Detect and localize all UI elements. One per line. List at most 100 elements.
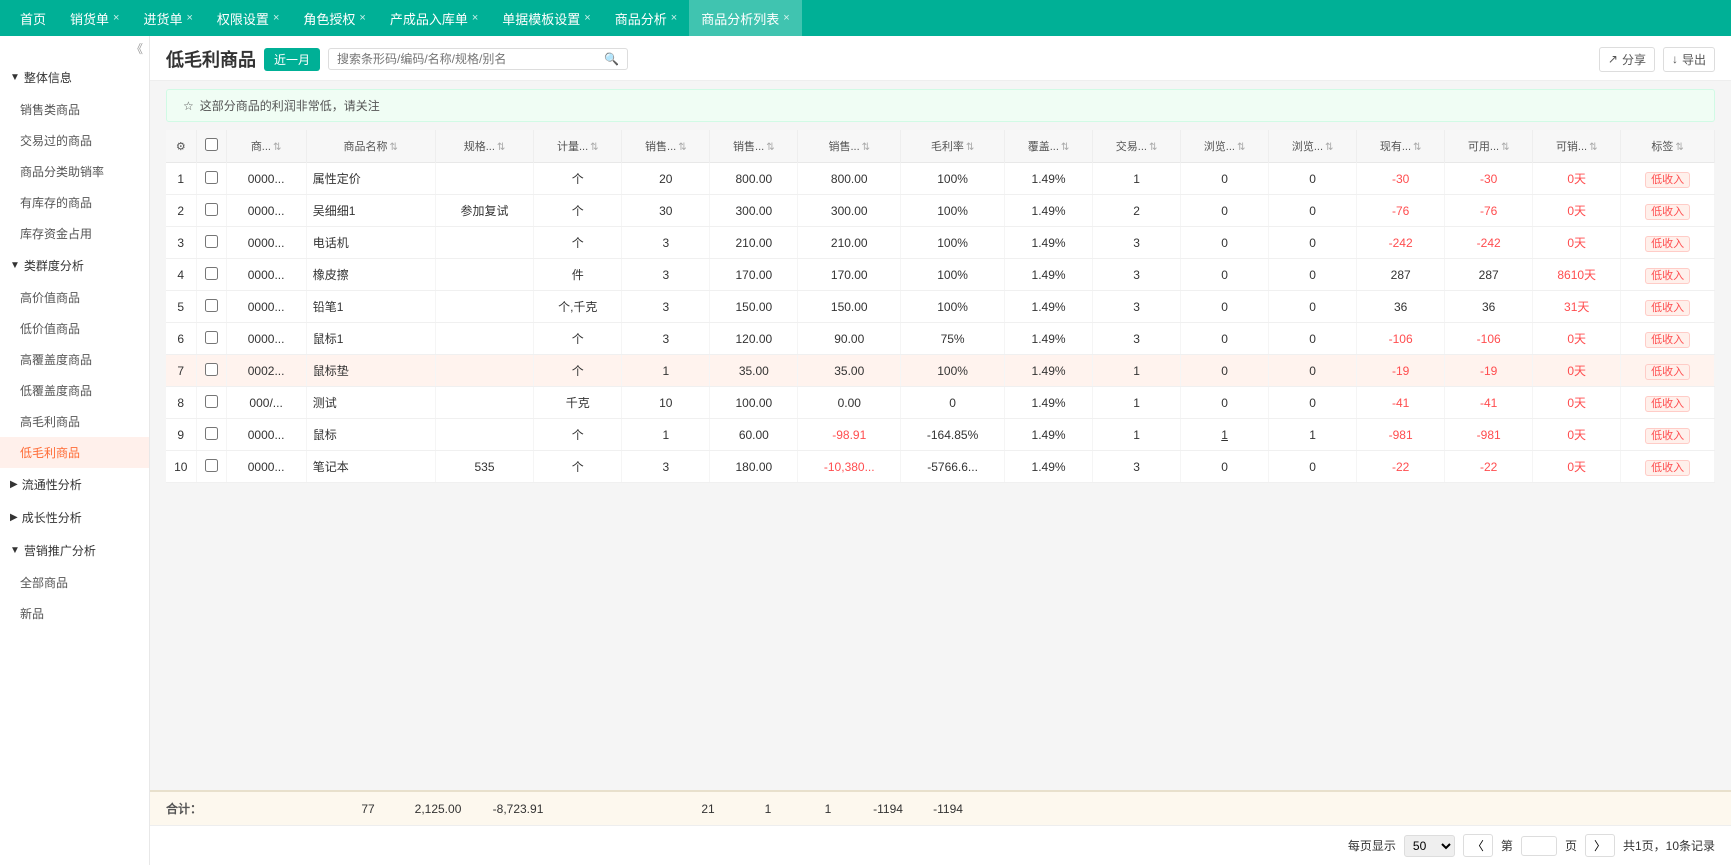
row-checkbox-cell[interactable] xyxy=(196,323,226,355)
collapse-btn[interactable]: 《 xyxy=(0,36,149,61)
row-checkbox-cell[interactable] xyxy=(196,291,226,323)
page-input[interactable]: 1 xyxy=(1521,836,1557,856)
sidebar-item-sales-goods[interactable]: 销售类商品 xyxy=(0,94,149,125)
nav-item-roles[interactable]: 角色授权 × xyxy=(291,0,377,36)
next-page-btn[interactable]: 〉 xyxy=(1585,834,1615,857)
row-stock3: 0天 xyxy=(1533,163,1621,195)
sidebar-item-category-rate[interactable]: 商品分类助销率 xyxy=(0,156,149,187)
export-btn[interactable]: ↓ 导出 xyxy=(1663,47,1715,72)
th-stock2[interactable]: 可用...⇅ xyxy=(1445,130,1533,163)
nav-item-analysis[interactable]: 商品分析 × xyxy=(603,0,689,36)
sidebar-item-traded-goods[interactable]: 交易过的商品 xyxy=(0,125,149,156)
row-sale2: 800.00 xyxy=(710,163,798,195)
row-checkbox[interactable] xyxy=(205,299,218,312)
sidebar-item-high-value[interactable]: 高价值商品 xyxy=(0,282,149,313)
th-margin[interactable]: 毛利率⇅ xyxy=(901,130,1005,163)
nav-item-home[interactable]: 首页 xyxy=(8,0,58,36)
sidebar-item-stock-capital[interactable]: 库存资金占用 xyxy=(0,218,149,249)
th-browse1[interactable]: 浏览...⇅ xyxy=(1181,130,1269,163)
row-browse2: 0 xyxy=(1269,291,1357,323)
th-tag[interactable]: 标签⇅ xyxy=(1621,130,1715,163)
nav-item-permissions[interactable]: 权限设置 × xyxy=(205,0,291,36)
sidebar-section-cluster[interactable]: ▼ 类群度分析 xyxy=(0,249,149,282)
row-checkbox-cell[interactable] xyxy=(196,387,226,419)
select-all-checkbox[interactable] xyxy=(205,138,218,151)
sidebar-section-liquidity[interactable]: ▶ 流通性分析 xyxy=(0,468,149,501)
row-checkbox[interactable] xyxy=(205,331,218,344)
sidebar-section-growth[interactable]: ▶ 成长性分析 xyxy=(0,501,149,534)
close-template-icon[interactable]: × xyxy=(584,12,590,24)
close-analysis-list-icon[interactable]: × xyxy=(783,12,789,24)
row-checkbox[interactable] xyxy=(205,395,218,408)
th-browse2[interactable]: 浏览...⇅ xyxy=(1269,130,1357,163)
tag-badge: 低收入 xyxy=(1645,396,1690,412)
th-sale2[interactable]: 销售...⇅ xyxy=(710,130,798,163)
row-checkbox-cell[interactable] xyxy=(196,195,226,227)
th-sale1[interactable]: 销售...⇅ xyxy=(622,130,710,163)
sidebar-item-low-value[interactable]: 低价值商品 xyxy=(0,313,149,344)
close-sales-icon[interactable]: × xyxy=(113,12,119,24)
row-checkbox[interactable] xyxy=(205,171,218,184)
th-stock1[interactable]: 现有...⇅ xyxy=(1357,130,1445,163)
row-name: 电话机 xyxy=(306,227,435,259)
search-box: 🔍 xyxy=(328,48,628,70)
close-analysis-icon[interactable]: × xyxy=(671,12,677,24)
row-checkbox-cell[interactable] xyxy=(196,419,226,451)
browse1-link[interactable]: 1 xyxy=(1221,428,1228,442)
row-margin: 100% xyxy=(901,227,1005,259)
row-tag: 低收入 xyxy=(1621,227,1715,259)
row-unit: 个,千克 xyxy=(534,291,622,323)
th-checkbox[interactable] xyxy=(196,130,226,163)
nav-item-sales[interactable]: 销货单 × xyxy=(58,0,131,36)
row-checkbox[interactable] xyxy=(205,459,218,472)
row-checkbox-cell[interactable] xyxy=(196,163,226,195)
row-checkbox[interactable] xyxy=(205,235,218,248)
nav-item-product-warehouse[interactable]: 产成品入库单 × xyxy=(378,0,490,36)
row-checkbox[interactable] xyxy=(205,363,218,376)
th-spec[interactable]: 规格...⇅ xyxy=(435,130,533,163)
th-trade[interactable]: 交易...⇅ xyxy=(1093,130,1181,163)
sidebar-item-high-coverage[interactable]: 高覆盖度商品 xyxy=(0,344,149,375)
sidebar-item-low-coverage[interactable]: 低覆盖度商品 xyxy=(0,375,149,406)
sidebar-section-marketing[interactable]: ▼ 营销推广分析 xyxy=(0,534,149,567)
row-stock2: -76 xyxy=(1445,195,1533,227)
nav-item-analysis-list[interactable]: 商品分析列表 × xyxy=(689,0,801,36)
per-page-select[interactable]: 50 100 200 xyxy=(1404,835,1455,857)
row-checkbox-cell[interactable] xyxy=(196,227,226,259)
row-checkbox-cell[interactable] xyxy=(196,451,226,483)
nav-item-template[interactable]: 单据模板设置 × xyxy=(490,0,602,36)
row-coverage: 1.49% xyxy=(1005,163,1093,195)
th-name[interactable]: 商品名称⇅ xyxy=(306,130,435,163)
th-sale3[interactable]: 销售...⇅ xyxy=(798,130,901,163)
row-checkbox[interactable] xyxy=(205,203,218,216)
sidebar-item-high-margin[interactable]: 高毛利商品 xyxy=(0,406,149,437)
row-sale3: 35.00 xyxy=(798,355,901,387)
sidebar-item-new-goods[interactable]: 新品 xyxy=(0,598,149,629)
sidebar-item-inventory-goods[interactable]: 有库存的商品 xyxy=(0,187,149,218)
search-icon[interactable]: 🔍 xyxy=(604,52,619,66)
sidebar-item-low-margin[interactable]: 低毛利商品 xyxy=(0,437,149,468)
row-checkbox[interactable] xyxy=(205,267,218,280)
nav-item-purchase[interactable]: 进货单 × xyxy=(131,0,204,36)
close-purchase-icon[interactable]: × xyxy=(186,12,192,24)
close-permissions-icon[interactable]: × xyxy=(273,12,279,24)
share-btn[interactable]: ↗ 分享 xyxy=(1599,47,1655,72)
sidebar-item-all-goods[interactable]: 全部商品 xyxy=(0,567,149,598)
th-stock3[interactable]: 可销...⇅ xyxy=(1533,130,1621,163)
sidebar-section-overall[interactable]: ▼ 整体信息 xyxy=(0,61,149,94)
th-settings[interactable]: ⚙ xyxy=(166,130,196,163)
export-icon: ↓ xyxy=(1672,52,1678,66)
close-roles-icon[interactable]: × xyxy=(359,12,365,24)
th-unit[interactable]: 计量...⇅ xyxy=(534,130,622,163)
filter-month-btn[interactable]: 近一月 xyxy=(264,48,320,71)
row-checkbox-cell[interactable] xyxy=(196,259,226,291)
th-coverage[interactable]: 覆盖...⇅ xyxy=(1005,130,1093,163)
th-code[interactable]: 商...⇅ xyxy=(226,130,306,163)
search-input[interactable] xyxy=(337,52,604,66)
row-margin: 100% xyxy=(901,195,1005,227)
prev-page-btn[interactable]: 〈 xyxy=(1463,834,1493,857)
close-product-warehouse-icon[interactable]: × xyxy=(472,12,478,24)
row-checkbox[interactable] xyxy=(205,427,218,440)
row-tag: 低收入 xyxy=(1621,355,1715,387)
row-checkbox-cell[interactable] xyxy=(196,355,226,387)
